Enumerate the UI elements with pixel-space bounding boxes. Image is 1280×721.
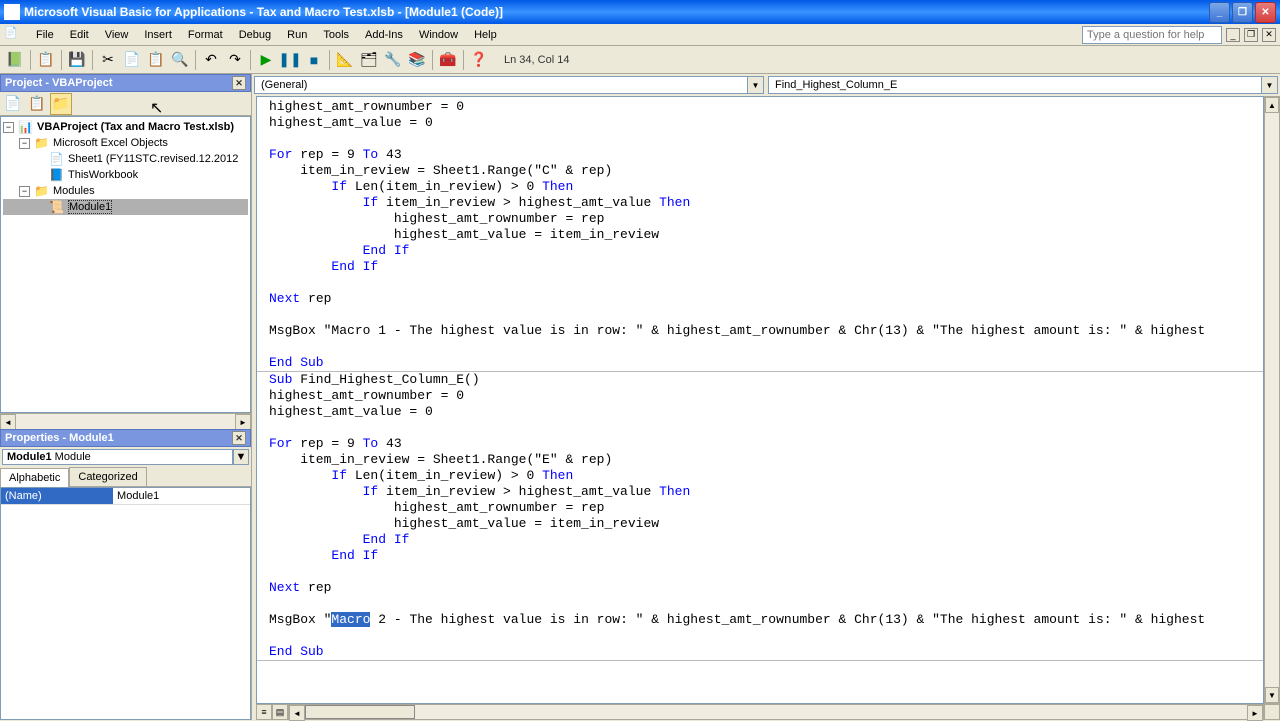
tree-module1[interactable]: 📜 Module1 [3,199,248,215]
full-module-view-button[interactable]: ▤ [272,704,288,720]
dropdown-icon[interactable]: ▼ [1261,77,1277,93]
app-icon [4,4,20,20]
procedure-dropdown[interactable]: Find_Highest_Column_E ▼ [768,76,1278,94]
scroll-left-icon[interactable]: ◄ [289,705,305,721]
save-icon[interactable]: 💾 [66,49,88,71]
tab-alphabetic[interactable]: Alphabetic [0,468,69,487]
folder-icon: 📁 [34,136,50,150]
menu-format[interactable]: Format [180,27,231,43]
properties-panel-title: Properties - Module1 [5,432,114,444]
properties-icon[interactable]: 🔧 [382,49,404,71]
scroll-left-icon[interactable]: ◄ [0,414,16,430]
sheet-icon: 📄 [49,152,65,166]
toolbox-icon[interactable]: 🧰 [437,49,459,71]
scroll-right-icon[interactable]: ► [235,414,251,430]
titlebar-text: Microsoft Visual Basic for Applications … [24,5,1209,19]
project-explorer-icon[interactable]: 🗂 [358,49,380,71]
selected-text: Macro [331,612,370,627]
undo-icon[interactable]: ↶ [200,49,222,71]
module-icon: 📜 [49,200,65,214]
toolbar: 📗 📋 💾 ✂ 📄 📋 🔍 ↶ ↷ ▶ ❚❚ ■ 📐 🗂 🔧 📚 🧰 ❓ Ln … [0,46,1280,74]
menu-file[interactable]: File [28,27,62,43]
collapse-icon[interactable]: − [3,122,14,133]
copy-icon[interactable]: 📄 [121,49,143,71]
view-code-icon[interactable]: 📄 [2,93,24,115]
scroll-right-icon[interactable]: ► [1247,705,1263,721]
project-toolbar: 📄 📋 📁 [0,92,251,116]
collapse-icon[interactable]: − [19,138,30,149]
dropdown-icon[interactable]: ▼ [233,449,249,465]
collapse-icon[interactable]: − [19,186,30,197]
project-hscroll[interactable]: ◄ ► [0,413,251,429]
project-panel-header: Project - VBAProject ✕ [0,74,251,92]
mouse-cursor: ↖ [150,116,163,118]
close-button[interactable]: ✕ [1255,2,1276,23]
view-object-icon[interactable]: 📋 [26,93,48,115]
minimize-button[interactable]: _ [1209,2,1230,23]
workbook-icon: 📘 [49,168,65,182]
folder-icon: 📁 [34,184,50,198]
design-icon[interactable]: 📐 [334,49,356,71]
tree-root[interactable]: − 📊 VBAProject (Tax and Macro Test.xlsb) [3,119,248,135]
mdi-restore-button[interactable]: ❐ [1244,28,1258,42]
menu-debug[interactable]: Debug [231,27,279,43]
menu-insert[interactable]: Insert [136,27,180,43]
code-vscroll[interactable]: ▲ ▼ [1264,96,1280,704]
properties-grid[interactable]: (Name) Module1 [0,487,251,720]
vbaproject-icon: 📊 [18,120,34,134]
menu-view[interactable]: View [97,27,137,43]
dropdown-icon[interactable]: ▼ [747,77,763,93]
redo-icon[interactable]: ↷ [224,49,246,71]
maximize-button[interactable]: ❐ [1232,2,1253,23]
properties-panel-close-button[interactable]: ✕ [232,431,246,445]
procedure-view-button[interactable]: ≡ [256,704,272,720]
project-panel-close-button[interactable]: ✕ [232,76,246,90]
help-icon[interactable]: ❓ [468,49,490,71]
menu-tools[interactable]: Tools [315,27,357,43]
toggle-folders-icon[interactable]: 📁 [50,93,72,115]
reset-icon[interactable]: ■ [303,49,325,71]
menu-run[interactable]: Run [279,27,315,43]
tree-thisworkbook[interactable]: 📘 ThisWorkbook [3,167,248,183]
properties-object-selector[interactable]: Module1 Module ▼ [2,449,249,465]
prop-name-label: (Name) [1,488,113,504]
insert-module-icon[interactable]: 📋 [35,49,57,71]
prop-name-value[interactable]: Module1 [113,488,250,504]
run-icon[interactable]: ▶ [255,49,277,71]
find-icon[interactable]: 🔍 [169,49,191,71]
tree-sheet1[interactable]: 📄 Sheet1 (FY11STC.revised.12.2012 [3,151,248,167]
help-search-input[interactable] [1082,26,1222,44]
break-icon[interactable]: ❚❚ [279,49,301,71]
tree-folder-excel-objects[interactable]: − 📁 Microsoft Excel Objects [3,135,248,151]
scroll-down-icon[interactable]: ▼ [1265,687,1279,703]
project-panel-title: Project - VBAProject [5,77,113,89]
cut-icon[interactable]: ✂ [97,49,119,71]
properties-panel-header: Properties - Module1 ✕ [0,429,251,447]
scroll-thumb[interactable] [305,705,415,719]
menubar: 📄 File Edit View Insert Format Debug Run… [0,24,1280,46]
cursor-position-status: Ln 34, Col 14 [498,52,575,68]
mdi-minimize-button[interactable]: _ [1226,28,1240,42]
menu-edit[interactable]: Edit [62,27,97,43]
menu-help[interactable]: Help [466,27,505,43]
object-dropdown[interactable]: (General) ▼ [254,76,764,94]
object-browser-icon[interactable]: 📚 [406,49,428,71]
mdi-close-button[interactable]: ✕ [1262,28,1276,42]
view-excel-icon[interactable]: 📗 [4,49,26,71]
scroll-up-icon[interactable]: ▲ [1265,97,1279,113]
paste-icon[interactable]: 📋 [145,49,167,71]
code-hscroll[interactable]: ◄ ► [288,704,1264,720]
vba-icon: 📄 [4,26,22,44]
menu-addins[interactable]: Add-Ins [357,27,411,43]
project-tree[interactable]: − 📊 VBAProject (Tax and Macro Test.xlsb)… [0,116,251,413]
titlebar: Microsoft Visual Basic for Applications … [0,0,1280,24]
tree-folder-modules[interactable]: − 📁 Modules [3,183,248,199]
tab-categorized[interactable]: Categorized [69,467,146,486]
code-editor[interactable]: highest_amt_rownumber = 0 highest_amt_va… [256,96,1264,704]
menu-window[interactable]: Window [411,27,466,43]
